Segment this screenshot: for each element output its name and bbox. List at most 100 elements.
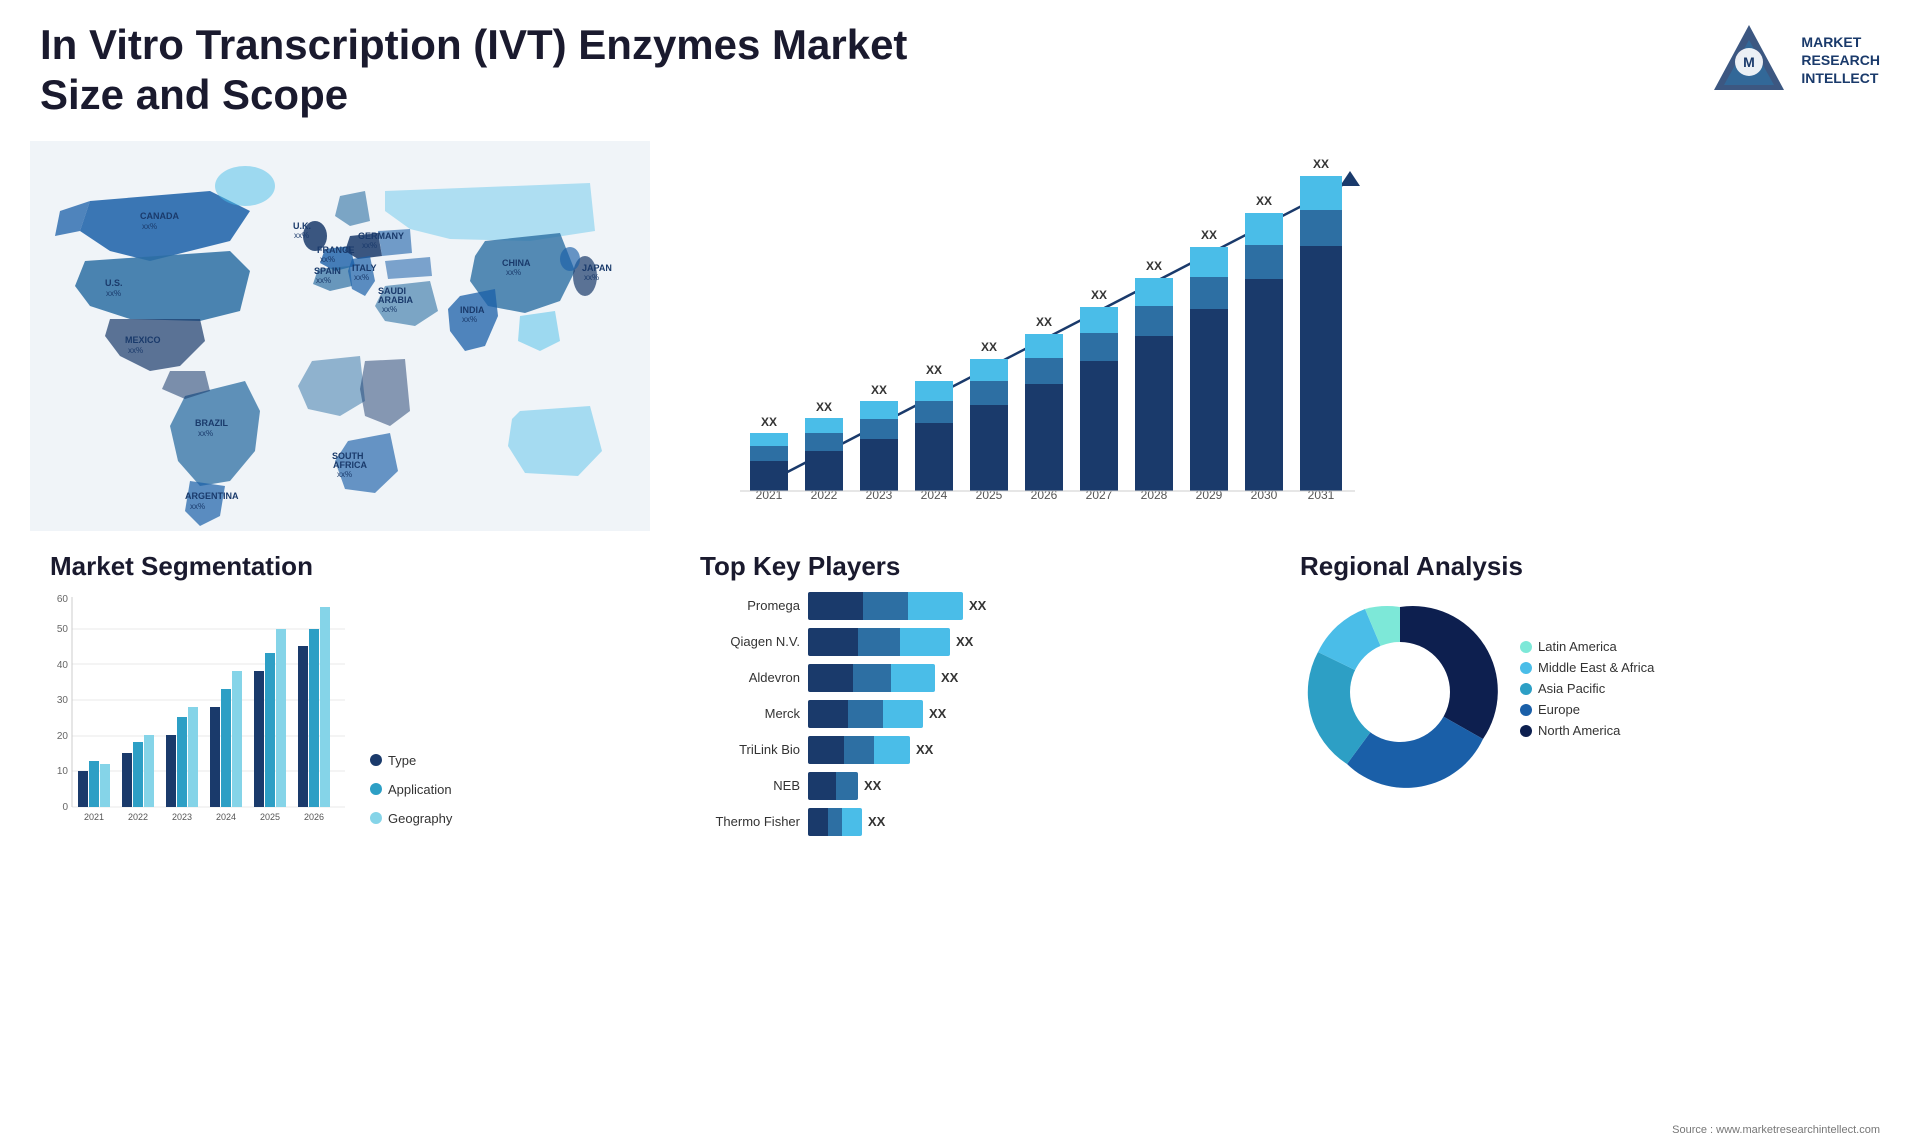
argentina-value: xx% [190,502,205,511]
svg-text:XX: XX [1091,288,1107,302]
europe-dot [1520,704,1532,716]
svg-text:30: 30 [57,695,69,706]
svg-text:XX: XX [816,400,832,414]
france-label: FRANCE [317,245,355,255]
world-map-section: CANADA xx% U.S. xx% MEXICO xx% BRAZIL xx… [30,141,670,551]
svg-text:2028: 2028 [1141,488,1168,502]
svg-text:M: M [1744,54,1756,70]
player-bars-container: Promega XX Qiagen N.V. [700,592,1280,836]
germany-value: xx% [362,241,377,250]
svg-text:XX: XX [761,415,777,429]
page-title: In Vitro Transcription (IVT) Enzymes Mar… [40,20,940,121]
svg-text:XX: XX [1256,194,1272,208]
bar-chart-section: XX 2021 XX 2022 XX 2023 XX 2024 XX [670,141,1890,551]
us-value: xx% [106,289,121,298]
svg-text:ARABIA: ARABIA [378,295,413,305]
argentina-label: ARGENTINA [185,491,239,501]
svg-text:XX: XX [1313,157,1329,171]
regional-legend: Latin America Middle East & Africa Asia … [1520,639,1654,744]
logo-icon: M [1709,20,1789,100]
svg-text:40: 40 [57,660,69,671]
france-value: xx% [320,255,335,264]
india-label: INDIA [460,305,485,315]
legend-application: Application [370,782,452,797]
canada-label: CANADA [140,211,179,221]
svg-text:2022: 2022 [811,488,838,502]
italy-value: xx% [354,273,369,282]
svg-text:2029: 2029 [1196,488,1223,502]
source-text: Source : www.marketresearchintellect.com [1672,1124,1880,1136]
main-bar-chart-svg: XX 2021 XX 2022 XX 2023 XX 2024 XX [690,151,1390,541]
segmentation-legend: Type Application Geography [370,753,452,832]
world-map-svg: CANADA xx% U.S. xx% MEXICO xx% BRAZIL xx… [30,141,650,531]
logo-text: MARKET RESEARCH INTELLECT [1801,33,1880,88]
player-row-trilink: TriLink Bio XX [700,736,1280,764]
latin-america-dot [1520,641,1532,653]
southafrica-value: xx% [337,470,352,479]
segmentation-section: Market Segmentation 0 10 20 30 40 50 60 [30,551,670,836]
donut-chart-wrap: Latin America Middle East & Africa Asia … [1300,592,1880,792]
svg-text:2022: 2022 [128,812,148,822]
key-players-section: Top Key Players Promega XX [690,551,1290,836]
segmentation-chart-svg: 0 10 20 30 40 50 60 2021 [50,592,350,832]
legend-type: Type [370,753,452,768]
key-players-title: Top Key Players [700,551,1280,582]
uk-value: xx% [294,231,309,240]
china-value: xx% [506,268,521,277]
uk-label: U.K. [293,221,311,231]
logo-area: M MARKET RESEARCH INTELLECT [1709,20,1880,100]
svg-text:2026: 2026 [304,812,324,822]
japan-label: JAPAN [582,263,612,273]
svg-text:2021: 2021 [84,812,104,822]
geography-dot [370,812,382,824]
legend-europe: Europe [1520,702,1654,717]
svg-text:20: 20 [57,731,69,742]
india-value: xx% [462,315,477,324]
regional-section: Regional Analysis [1290,551,1890,836]
player-row-aldevron: Aldevron XX [700,664,1280,692]
svg-text:0: 0 [62,802,68,813]
svg-text:XX: XX [1036,315,1052,329]
svg-text:2026: 2026 [1031,488,1058,502]
legend-north-america: North America [1520,723,1654,738]
germany-label: GERMANY [358,231,404,241]
svg-text:10: 10 [57,766,69,777]
player-row-merck: Merck XX [700,700,1280,728]
china-label: CHINA [502,258,531,268]
us-label: U.S. [105,278,123,288]
type-dot [370,754,382,766]
legend-middle-east-africa: Middle East & Africa [1520,660,1654,675]
player-row-promega: Promega XX [700,592,1280,620]
svg-text:2023: 2023 [172,812,192,822]
north-america-dot [1520,725,1532,737]
svg-text:2025: 2025 [260,812,280,822]
mexico-value: xx% [128,346,143,355]
player-row-thermo: Thermo Fisher XX [700,808,1280,836]
spain-label: SPAIN [314,266,341,276]
application-dot [370,783,382,795]
mexico-label: MEXICO [125,335,161,345]
svg-text:2031: 2031 [1308,488,1335,502]
canada-value: xx% [142,222,157,231]
asia-pacific-dot [1520,683,1532,695]
player-row-neb: NEB XX [700,772,1280,800]
legend-asia-pacific: Asia Pacific [1520,681,1654,696]
svg-text:2025: 2025 [976,488,1003,502]
brazil-label: BRAZIL [195,418,228,428]
svg-text:XX: XX [926,363,942,377]
svg-text:2024: 2024 [216,812,236,822]
svg-text:2021: 2021 [756,488,783,502]
svg-text:50: 50 [57,624,69,635]
svg-text:2023: 2023 [866,488,893,502]
legend-geography: Geography [370,811,452,826]
svg-text:XX: XX [981,340,997,354]
page-header: In Vitro Transcription (IVT) Enzymes Mar… [0,0,1920,141]
svg-text:2030: 2030 [1251,488,1278,502]
svg-text:AFRICA: AFRICA [333,460,367,470]
svg-text:2024: 2024 [921,488,948,502]
legend-latin-america: Latin America [1520,639,1654,654]
japan-value: xx% [584,273,599,282]
italy-label: ITALY [352,263,377,273]
donut-svg [1300,592,1500,792]
player-row-qiagen: Qiagen N.V. XX [700,628,1280,656]
